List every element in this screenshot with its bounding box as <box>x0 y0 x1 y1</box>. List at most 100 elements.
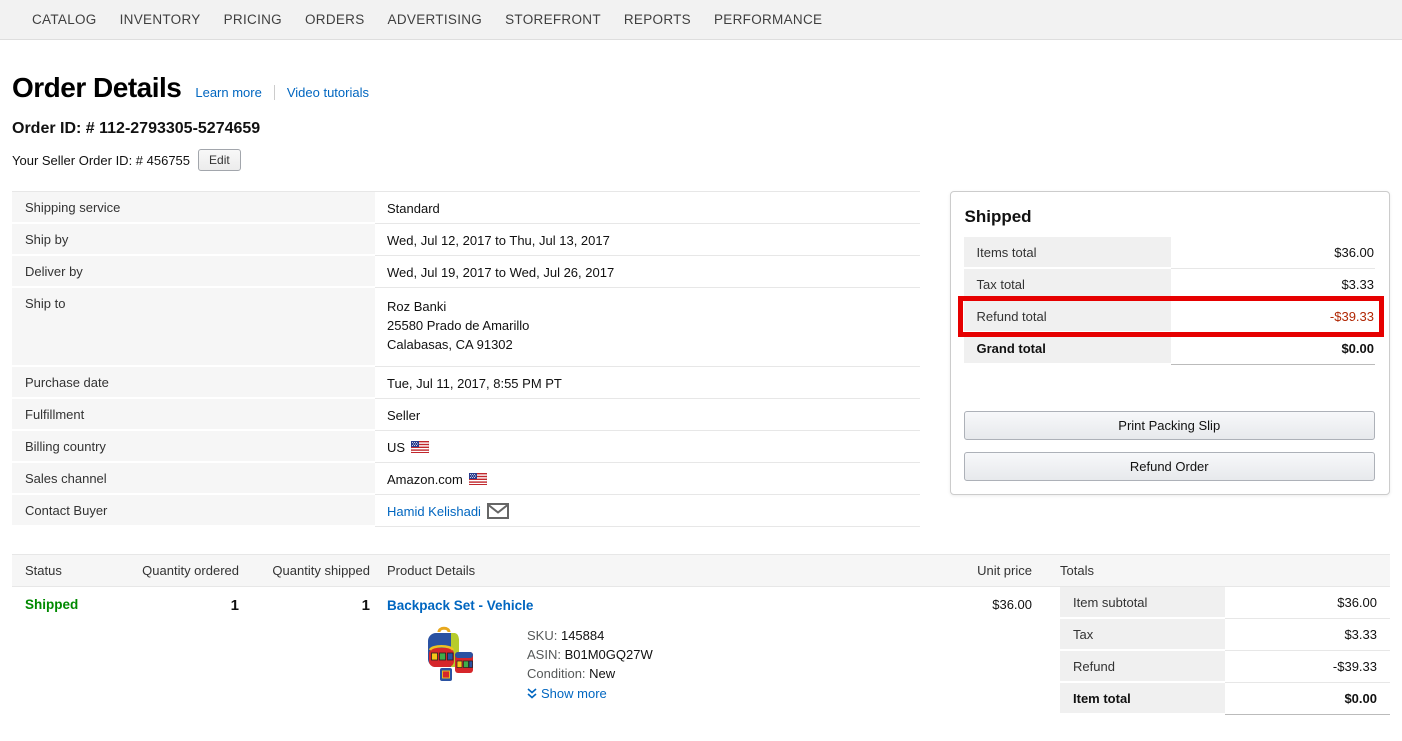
ship-to-street: 25580 Prado de Amarillo <box>387 318 530 333</box>
detail-value: Seller <box>375 399 920 431</box>
totals-label: Item total <box>1060 683 1225 715</box>
summary-row-grand-total: Grand total $0.00 <box>963 333 1375 365</box>
nav-item-inventory[interactable]: INVENTORY <box>120 12 201 27</box>
order-items-table: Status Quantity ordered Quantity shipped… <box>12 554 1390 715</box>
totals-row-tax: Tax $3.33 <box>1060 619 1390 651</box>
detail-row-ship-by: Ship by Wed, Jul 12, 2017 to Thu, Jul 13… <box>12 224 920 256</box>
summary-label: Refund total <box>963 301 1171 333</box>
item-quantity-ordered: 1 <box>230 597 239 614</box>
detail-row-sales-channel: Sales channel Amazon.com <box>12 463 920 495</box>
nav-item-catalog[interactable]: CATALOG <box>32 12 97 27</box>
detail-row-fulfillment: Fulfillment Seller <box>12 399 920 431</box>
detail-row-purchase-date: Purchase date Tue, Jul 11, 2017, 8:55 PM… <box>12 367 920 399</box>
detail-value: Tue, Jul 11, 2017, 8:55 PM PT <box>375 367 920 399</box>
totals-value-refund: -$39.33 <box>1225 651 1390 683</box>
nav-item-storefront[interactable]: STOREFRONT <box>505 12 601 27</box>
header-quantity-shipped: Quantity shipped <box>272 563 370 578</box>
item-status-badge: Shipped <box>25 597 79 612</box>
nav-item-performance[interactable]: PERFORMANCE <box>714 12 822 27</box>
sku-value: 145884 <box>560 628 605 643</box>
nav-item-pricing[interactable]: PRICING <box>224 12 282 27</box>
product-sku-row: SKU: 145884 <box>527 626 653 645</box>
top-navigation: CATALOG INVENTORY PRICING ORDERS ADVERTI… <box>0 0 1402 40</box>
summary-value: $3.33 <box>1170 269 1375 301</box>
sku-label: SKU: <box>527 628 558 643</box>
video-tutorials-link[interactable]: Video tutorials <box>287 85 369 100</box>
show-more-label: Show more <box>541 686 607 701</box>
detail-label: Fulfillment <box>12 399 375 431</box>
totals-label: Item subtotal <box>1060 587 1225 619</box>
summary-label: Tax total <box>963 269 1171 301</box>
totals-row-refund: Refund -$39.33 <box>1060 651 1390 683</box>
header-totals: Totals <box>1060 563 1094 578</box>
detail-label: Deliver by <box>12 256 375 288</box>
items-table-header: Status Quantity ordered Quantity shipped… <box>12 554 1390 587</box>
summary-label: Items total <box>963 237 1171 269</box>
totals-row-item-subtotal: Item subtotal $36.00 <box>1060 587 1390 619</box>
totals-label: Refund <box>1060 651 1225 683</box>
title-row: Order Details Learn more Video tutorials <box>12 72 1390 104</box>
detail-label: Ship by <box>12 224 375 256</box>
detail-row-deliver-by: Deliver by Wed, Jul 19, 2017 to Wed, Jul… <box>12 256 920 288</box>
order-id-heading: Order ID: # 112-2793305-5274659 <box>12 120 261 137</box>
totals-value: $3.33 <box>1225 619 1390 651</box>
detail-label: Purchase date <box>12 367 375 399</box>
product-condition-row: Condition: New <box>527 664 653 683</box>
detail-value: Amazon.com <box>375 463 920 495</box>
totals-value: $0.00 <box>1225 683 1390 715</box>
order-details-table: Shipping service Standard Ship by Wed, J… <box>12 191 920 527</box>
summary-row-items-total: Items total $36.00 <box>963 237 1375 269</box>
summary-value-refund: -$39.33 <box>1170 301 1375 333</box>
detail-value: Wed, Jul 19, 2017 to Wed, Jul 26, 2017 <box>375 256 920 288</box>
detail-label: Contact Buyer <box>12 495 375 527</box>
detail-row-ship-to: Ship to Roz Banki 25580 Prado de Amarill… <box>12 288 920 367</box>
learn-more-link[interactable]: Learn more <box>195 85 261 100</box>
header-product-details: Product Details <box>387 563 476 578</box>
nav-item-advertising[interactable]: ADVERTISING <box>388 12 483 27</box>
ship-to-address: Roz Banki 25580 Prado de Amarillo Calaba… <box>375 288 920 367</box>
summary-status-title: Shipped <box>964 207 1032 226</box>
product-title-link[interactable]: Backpack Set - Vehicle <box>387 598 533 613</box>
detail-label: Shipping service <box>12 192 375 224</box>
edit-seller-order-id-button[interactable]: Edit <box>198 149 241 171</box>
us-flag-icon <box>411 441 430 453</box>
item-totals-table: Item subtotal $36.00 Tax $3.33 Refund -$… <box>1032 587 1390 715</box>
item-unit-price: $36.00 <box>992 597 1032 612</box>
page-title: Order Details <box>12 72 182 103</box>
summary-row-refund-total: Refund total -$39.33 <box>957 296 1384 337</box>
seller-order-id-row: Your Seller Order ID: # 456755 Edit <box>12 149 1390 171</box>
print-packing-slip-button[interactable]: Print Packing Slip <box>963 411 1375 440</box>
condition-label: Condition: <box>527 666 586 681</box>
detail-value: Wed, Jul 12, 2017 to Thu, Jul 13, 2017 <box>375 224 920 256</box>
refund-order-button[interactable]: Refund Order <box>963 452 1375 481</box>
summary-value: $36.00 <box>1170 237 1375 269</box>
chevron-double-down-icon <box>527 688 537 699</box>
ship-to-name: Roz Banki <box>387 299 447 314</box>
header-status: Status <box>25 563 62 578</box>
detail-value: Standard <box>375 192 920 224</box>
totals-row-item-total: Item total $0.00 <box>1060 683 1390 715</box>
nav-item-orders[interactable]: ORDERS <box>305 12 365 27</box>
header-quantity-ordered: Quantity ordered <box>142 563 239 578</box>
detail-row-contact-buyer: Contact Buyer Hamid Kelishadi <box>12 495 920 527</box>
product-image[interactable] <box>425 626 477 682</box>
nav-item-reports[interactable]: REPORTS <box>624 12 691 27</box>
detail-label: Sales channel <box>12 463 375 495</box>
contact-buyer-link[interactable]: Hamid Kelishadi <box>387 504 481 519</box>
detail-row-billing-country: Billing country US <box>12 431 920 463</box>
envelope-icon[interactable] <box>486 503 509 519</box>
detail-label: Ship to <box>12 288 375 367</box>
detail-row-shipping-service: Shipping service Standard <box>12 192 920 224</box>
totals-value: $36.00 <box>1225 587 1390 619</box>
summary-value: $0.00 <box>1170 333 1375 365</box>
summary-row-tax-total: Tax total $3.33 <box>963 269 1375 301</box>
item-row: Shipped 1 1 Backpack Set - Vehicle SKU: … <box>12 587 1390 715</box>
sales-channel-text: Amazon.com <box>387 471 463 487</box>
item-quantity-shipped: 1 <box>361 597 370 614</box>
header-unit-price: Unit price <box>977 563 1032 578</box>
seller-order-id-label: Your Seller Order ID: # 456755 <box>12 152 191 168</box>
link-divider <box>273 85 275 100</box>
show-more-link[interactable]: Show more <box>527 684 653 703</box>
ship-to-city: Calabasas, CA 91302 <box>387 337 513 352</box>
totals-label: Tax <box>1060 619 1225 651</box>
